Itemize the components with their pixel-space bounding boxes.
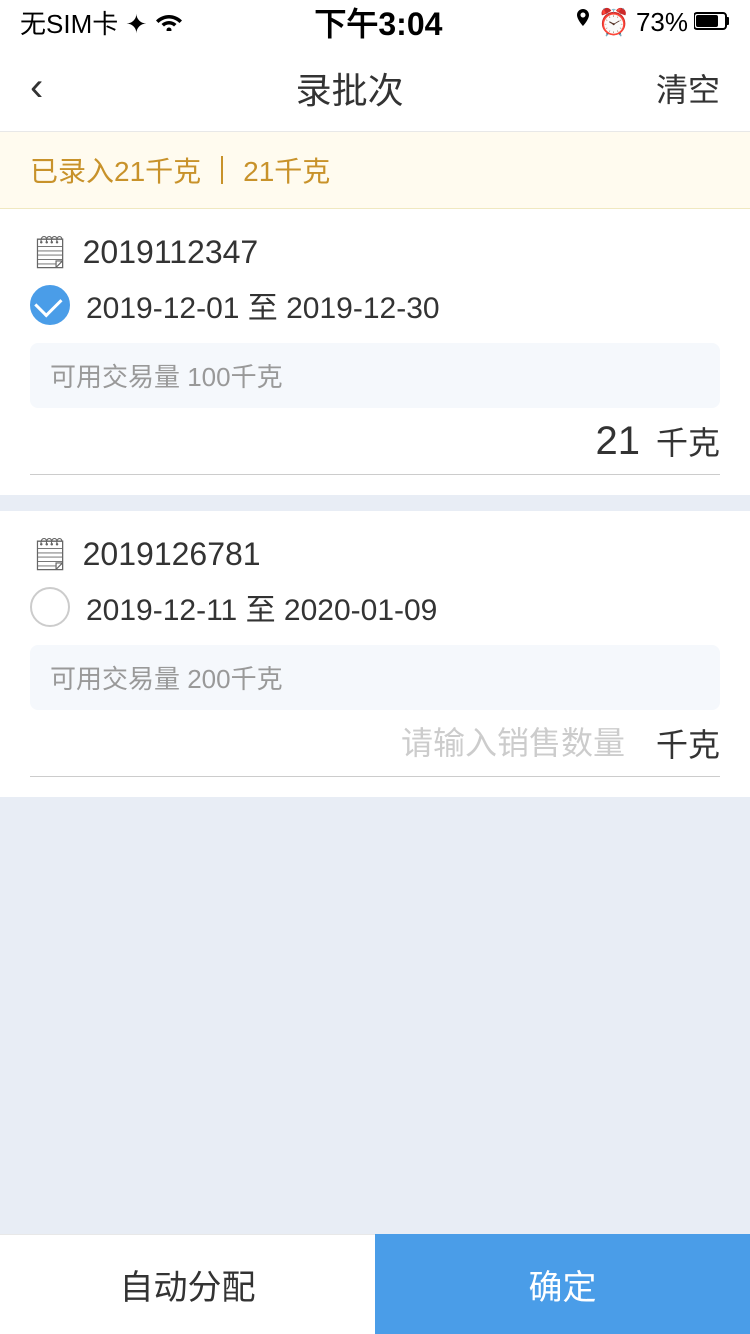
batch1-amount-container: 21 千克 xyxy=(0,408,750,495)
status-left: 无SIM卡 ✦ xyxy=(20,4,183,41)
batch1-available: 可用交易量 100千克 xyxy=(30,343,720,408)
batch2-input-row: 千克 xyxy=(30,710,720,777)
confirm-button[interactable]: 确定 xyxy=(375,1234,750,1334)
battery-text: 73% xyxy=(636,7,688,38)
wifi-icon xyxy=(155,7,183,38)
bottom-bar: 自动分配 确定 xyxy=(0,1234,750,1334)
sim-label: 无SIM卡 ✦ xyxy=(20,4,147,41)
recorded-label: 已录入21千克 xyxy=(30,150,201,190)
battery-icon xyxy=(694,7,730,38)
alarm-icon: ⏰ xyxy=(598,7,630,38)
clear-button[interactable]: 清空 xyxy=(656,65,720,111)
status-bar: 无SIM卡 ✦ 下午3:04 ⏰ 73% xyxy=(0,0,750,44)
batch1-date: 2019-12-01 至 2019-12-30 xyxy=(86,283,440,327)
batch1-id: 2019112347 xyxy=(83,234,259,271)
batch2-radio[interactable] xyxy=(30,587,70,627)
batch-item-1: 🗒 2019112347 2019-12-01 至 2019-12-30 可用交… xyxy=(0,209,750,408)
nav-bar: ‹ 录批次 清空 xyxy=(0,44,750,132)
section-separator-1 xyxy=(0,495,750,511)
batch1-doc-icon: 🗒 xyxy=(30,233,71,271)
back-button[interactable]: ‹ xyxy=(30,65,43,110)
batch1-amount-value: 21 xyxy=(595,419,640,464)
batch2-header: 🗒 2019126781 xyxy=(30,535,720,573)
batch1-radio[interactable] xyxy=(30,285,70,325)
info-banner: 已录入21千克 21千克 xyxy=(0,132,750,209)
batch2-id: 2019126781 xyxy=(83,536,261,573)
batch2-date: 2019-12-11 至 2020-01-09 xyxy=(86,585,437,629)
banner-divider xyxy=(221,156,223,184)
batch-item-2: 🗒 2019126781 2019-12-11 至 2020-01-09 可用交… xyxy=(0,511,750,710)
batch2-date-row: 2019-12-11 至 2020-01-09 xyxy=(30,585,720,629)
batch1-date-row: 2019-12-01 至 2019-12-30 xyxy=(30,283,720,327)
batch2-quantity-input[interactable] xyxy=(30,725,640,762)
status-time: 下午3:04 xyxy=(314,0,442,45)
batch2-input-unit: 千克 xyxy=(656,720,720,766)
status-right: ⏰ 73% xyxy=(574,7,730,38)
batch2-input-container: 千克 xyxy=(0,710,750,797)
batch1-header: 🗒 2019112347 xyxy=(30,233,720,271)
batch1-amount-row: 21 千克 xyxy=(30,408,720,475)
batch2-available-text: 可用交易量 200千克 xyxy=(50,664,283,694)
batch2-available: 可用交易量 200千克 xyxy=(30,645,720,710)
location-icon xyxy=(574,7,592,38)
batch1-amount-unit: 千克 xyxy=(656,418,720,464)
batch1-available-text: 可用交易量 100千克 xyxy=(50,362,283,392)
recorded-value: 21千克 xyxy=(243,150,330,190)
batch2-doc-icon: 🗒 xyxy=(30,535,71,573)
auto-distribute-button[interactable]: 自动分配 xyxy=(0,1234,375,1334)
page-title: 录批次 xyxy=(296,62,404,114)
